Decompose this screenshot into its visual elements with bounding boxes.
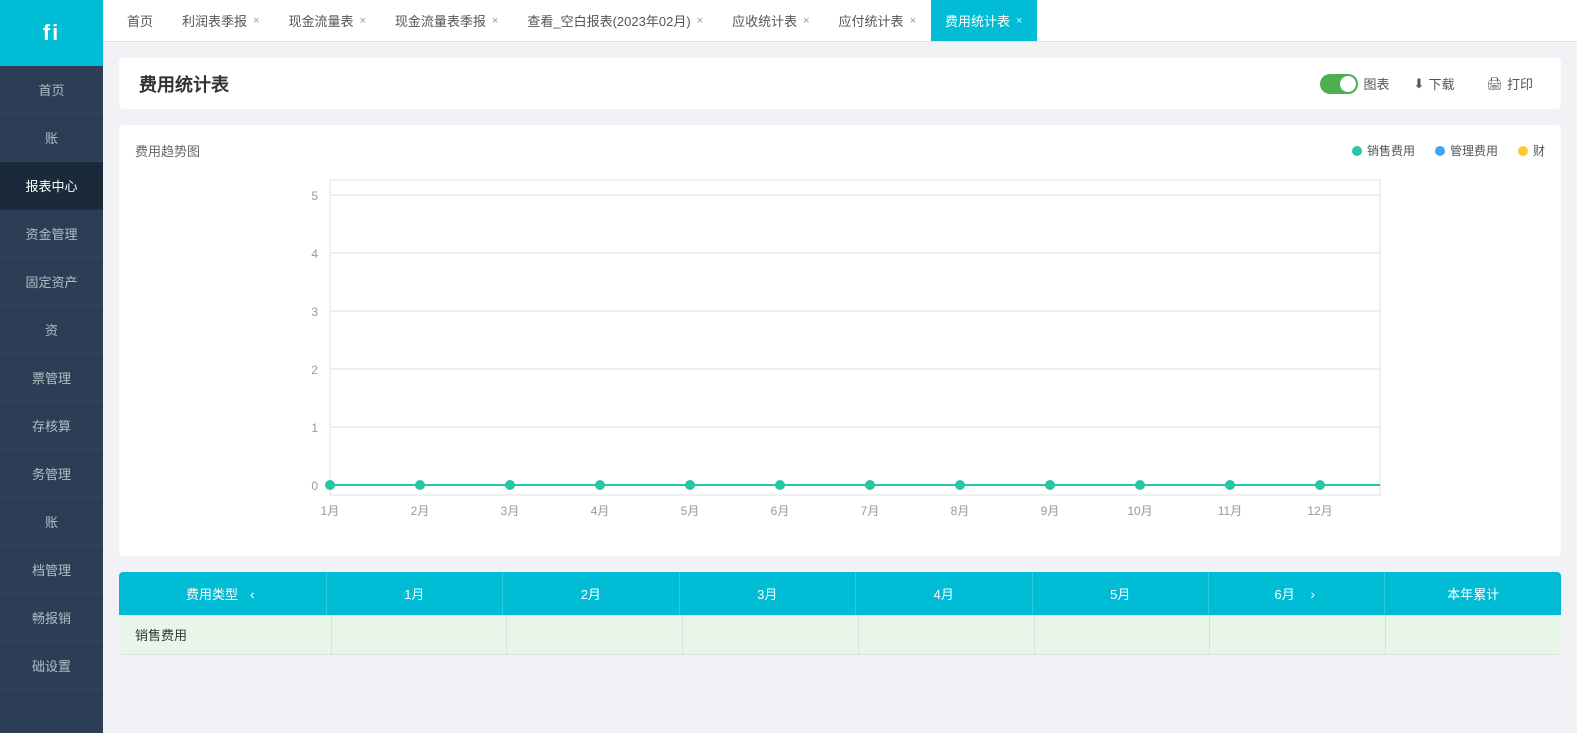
tab-close-blank-report[interactable]: × [697,15,703,27]
row-val-2 [507,615,683,654]
tab-cashflow-quarter[interactable]: 现金流量表季报 × [381,0,513,42]
col-yearly: 本年累计 [1385,572,1560,615]
row-val-4 [859,615,1035,654]
chart-container: 5 4 3 2 1 0 [135,170,1545,540]
sidebar-item-inventory[interactable]: 存核算 [0,402,103,450]
sidebar-item-funds[interactable]: 资金管理 [0,210,103,258]
prev-months-button[interactable]: ‹ [246,586,259,602]
sidebar-item-capital[interactable]: 资 [0,306,103,354]
col-month6: 6月 › [1209,572,1385,615]
col-month4: 4月 [856,572,1032,615]
svg-text:12月: 12月 [1307,504,1332,518]
sidebar-item-settings[interactable]: 础设置 [0,642,103,690]
row-val-6 [1210,615,1386,654]
chart-section: 费用趋势图 销售费用 管理费用 财 [119,125,1561,556]
table-section: 费用类型 ‹ 1月 2月 3月 4月 5月 6月 › 本年累计 销售费用 [119,572,1561,655]
svg-text:3: 3 [311,305,318,319]
svg-text:1月: 1月 [321,504,340,518]
svg-text:1: 1 [311,421,318,435]
trend-chart: 5 4 3 2 1 0 [135,170,1545,540]
tab-close-cashflow[interactable]: × [359,15,365,27]
tab-profit-quarter[interactable]: 利润表季报 × [168,0,274,42]
col-month5: 5月 [1033,572,1209,615]
col-type: 费用类型 ‹ [119,572,327,615]
row-val-5 [1035,615,1211,654]
svg-text:4月: 4月 [591,504,610,518]
legend-admin-expense: 管理费用 [1435,142,1498,159]
print-icon: 🖨 [1486,76,1503,92]
legend-dot-finance [1518,146,1528,156]
svg-text:11月: 11月 [1218,504,1242,518]
print-button[interactable]: 🖨 打印 [1478,70,1541,97]
sidebar-item-fixed-assets[interactable]: 固定资产 [0,258,103,306]
content-area: 费用统计表 图表 ⬇ 下载 🖨 打印 费用趋势图 [103,42,1577,733]
svg-text:6月: 6月 [771,504,790,518]
legend-finance-expense: 财 [1518,142,1545,159]
sidebar-item-expense[interactable]: 畅报销 [0,594,103,642]
sidebar-item-ledger[interactable]: 账 [0,498,103,546]
col-month3: 3月 [680,572,856,615]
sidebar-item-service[interactable]: 务管理 [0,450,103,498]
svg-text:9月: 9月 [1041,504,1060,518]
svg-text:5月: 5月 [681,504,700,518]
tab-bar: 首页 利润表季报 × 现金流量表 × 现金流量表季报 × 查看_空白报表(202… [103,0,1577,42]
download-button[interactable]: ⬇ 下载 [1406,70,1463,97]
sidebar-item-reports[interactable]: 报表中心 [0,162,103,210]
tab-home[interactable]: 首页 [113,0,168,42]
sidebar: fi 首页 账 报表中心 资金管理 固定资产 资 票管理 存核算 务管理 账 档… [0,0,103,733]
tab-blank-report[interactable]: 查看_空白报表(2023年02月) × [513,0,718,42]
legend-dot-admin [1435,146,1445,156]
tab-close-receivable[interactable]: × [803,15,809,27]
svg-text:10月: 10月 [1127,504,1152,518]
legend-sales-expense: 销售费用 [1352,142,1415,159]
main-area: 首页 利润表季报 × 现金流量表 × 现金流量表季报 × 查看_空白报表(202… [103,0,1577,733]
table-row-sales-expense: 销售费用 [119,615,1561,655]
page-title: 费用统计表 [139,71,229,97]
svg-text:8月: 8月 [951,504,970,518]
table-header-row: 费用类型 ‹ 1月 2月 3月 4月 5月 6月 › 本年累计 [119,572,1561,615]
legend-dot-sales [1352,146,1362,156]
sidebar-item-invoice[interactable]: 票管理 [0,354,103,402]
sidebar-item-account[interactable]: 账 [0,114,103,162]
tab-receivable[interactable]: 应收统计表 × [718,0,824,42]
svg-text:2月: 2月 [411,504,430,518]
col-month1: 1月 [327,572,503,615]
tab-close-payable[interactable]: × [910,15,916,27]
svg-text:3月: 3月 [501,504,520,518]
chart-toggle-switch[interactable] [1320,74,1358,94]
row-type-label: 销售费用 [119,615,332,654]
svg-text:7月: 7月 [861,504,880,518]
col-month2: 2月 [503,572,679,615]
row-val-1 [332,615,508,654]
chart-legend: 销售费用 管理费用 财 [1352,142,1545,159]
svg-text:0: 0 [311,479,318,493]
next-months-button[interactable]: › [1306,586,1319,602]
tab-close-profit-quarter[interactable]: × [253,15,259,27]
svg-text:5: 5 [311,189,318,203]
row-val-3 [683,615,859,654]
chart-title: 费用趋势图 [135,141,200,160]
chart-header: 费用趋势图 销售费用 管理费用 财 [135,141,1545,160]
sidebar-logo: fi [0,0,103,66]
row-val-yearly [1386,615,1561,654]
svg-text:4: 4 [311,247,318,261]
sidebar-item-archive[interactable]: 档管理 [0,546,103,594]
chart-toggle-label: 图表 [1320,74,1390,94]
sidebar-item-home[interactable]: 首页 [0,66,103,114]
header-actions: 图表 ⬇ 下载 🖨 打印 [1320,70,1541,97]
download-icon: ⬇ [1414,76,1425,92]
page-header: 费用统计表 图表 ⬇ 下载 🖨 打印 [119,58,1561,109]
tab-cashflow[interactable]: 现金流量表 × [274,0,380,42]
tab-expense-stats[interactable]: 费用统计表 × [931,0,1037,42]
svg-text:2: 2 [311,363,318,377]
tab-close-expense-stats[interactable]: × [1016,15,1022,27]
tab-close-cashflow-quarter[interactable]: × [492,15,498,27]
tab-payable[interactable]: 应付统计表 × [825,0,931,42]
